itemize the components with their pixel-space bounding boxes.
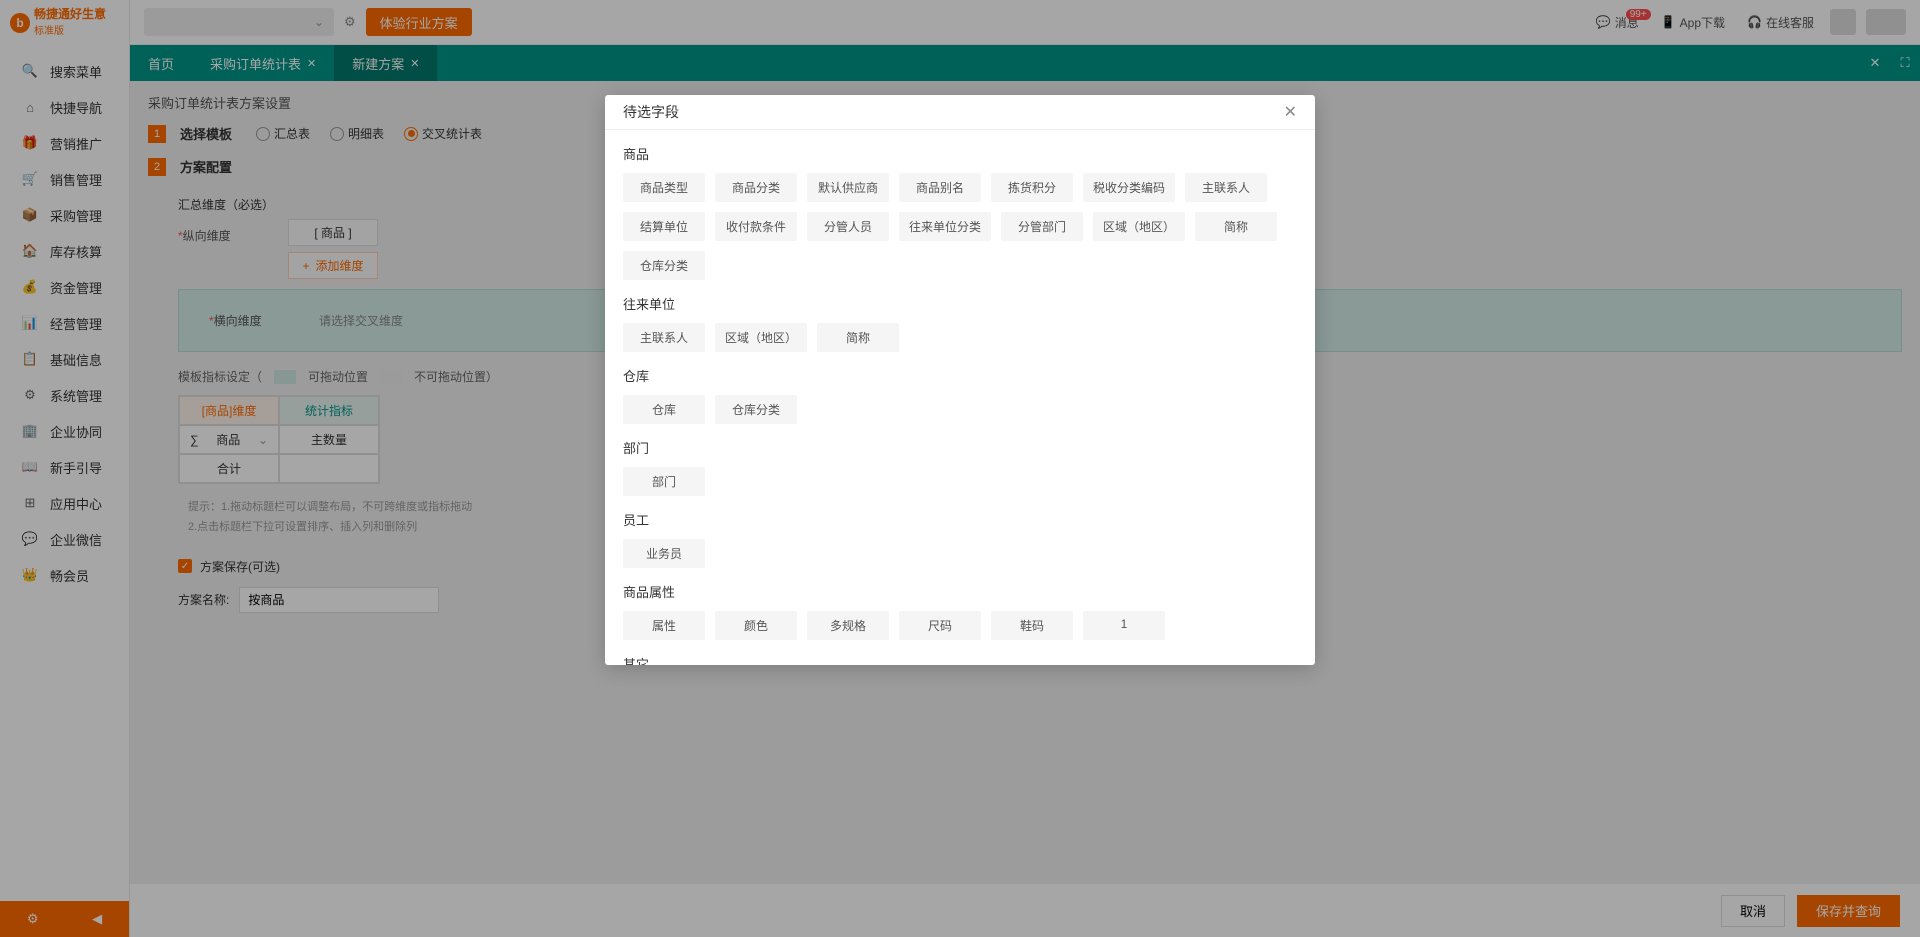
field-chip[interactable]: 区域（地区）	[715, 323, 807, 352]
field-chip[interactable]: 结算单位	[623, 212, 705, 241]
group-title: 部门	[623, 438, 1297, 457]
field-chip[interactable]: 属性	[623, 611, 705, 640]
group-title: 商品属性	[623, 582, 1297, 601]
group-title: 员工	[623, 510, 1297, 529]
field-group: 员工业务员	[623, 510, 1297, 568]
field-chip[interactable]: 收付款条件	[715, 212, 797, 241]
field-chip[interactable]: 商品分类	[715, 173, 797, 202]
field-chip[interactable]: 仓库分类	[623, 251, 705, 280]
field-chip[interactable]: 商品别名	[899, 173, 981, 202]
field-chip[interactable]: 鞋码	[991, 611, 1073, 640]
field-chip[interactable]: 主联系人	[1185, 173, 1267, 202]
field-chip[interactable]: 简称	[817, 323, 899, 352]
modal-close-button[interactable]: ✕	[1284, 102, 1297, 122]
field-chip[interactable]: 仓库	[623, 395, 705, 424]
field-chip[interactable]: 颜色	[715, 611, 797, 640]
field-chip[interactable]: 默认供应商	[807, 173, 889, 202]
field-chip[interactable]: 区域（地区）	[1093, 212, 1185, 241]
field-chip[interactable]: 分管人员	[807, 212, 889, 241]
field-chip[interactable]: 多规格	[807, 611, 889, 640]
field-group: 其它单据日期项目	[623, 654, 1297, 665]
field-chip[interactable]: 仓库分类	[715, 395, 797, 424]
field-picker-modal: 待选字段 ✕ 商品商品类型商品分类默认供应商商品别名拣货积分税收分类编码主联系人…	[605, 95, 1315, 665]
field-group: 部门部门	[623, 438, 1297, 496]
field-chip[interactable]: 往来单位分类	[899, 212, 991, 241]
field-chip[interactable]: 分管部门	[1001, 212, 1083, 241]
group-title: 其它	[623, 654, 1297, 665]
group-title: 仓库	[623, 366, 1297, 385]
field-chip[interactable]: 尺码	[899, 611, 981, 640]
field-group: 仓库仓库仓库分类	[623, 366, 1297, 424]
field-chip[interactable]: 主联系人	[623, 323, 705, 352]
modal-header: 待选字段 ✕	[605, 95, 1315, 130]
field-chip[interactable]: 1	[1083, 611, 1165, 640]
modal-title: 待选字段	[623, 102, 679, 122]
field-chip[interactable]: 拣货积分	[991, 173, 1073, 202]
field-chip[interactable]: 商品类型	[623, 173, 705, 202]
modal-overlay[interactable]: 待选字段 ✕ 商品商品类型商品分类默认供应商商品别名拣货积分税收分类编码主联系人…	[0, 0, 1920, 937]
group-title: 往来单位	[623, 294, 1297, 313]
field-group: 商品商品类型商品分类默认供应商商品别名拣货积分税收分类编码主联系人结算单位收付款…	[623, 144, 1297, 280]
field-group: 往来单位主联系人区域（地区） 简称	[623, 294, 1297, 352]
field-chip[interactable]: 业务员	[623, 539, 705, 568]
field-group: 商品属性属性颜色多规格尺码鞋码 1	[623, 582, 1297, 640]
group-title: 商品	[623, 144, 1297, 163]
field-chip[interactable]: 简称	[1195, 212, 1277, 241]
modal-body: 商品商品类型商品分类默认供应商商品别名拣货积分税收分类编码主联系人结算单位收付款…	[605, 130, 1315, 665]
field-chip[interactable]: 税收分类编码	[1083, 173, 1175, 202]
field-chip[interactable]: 部门	[623, 467, 705, 496]
